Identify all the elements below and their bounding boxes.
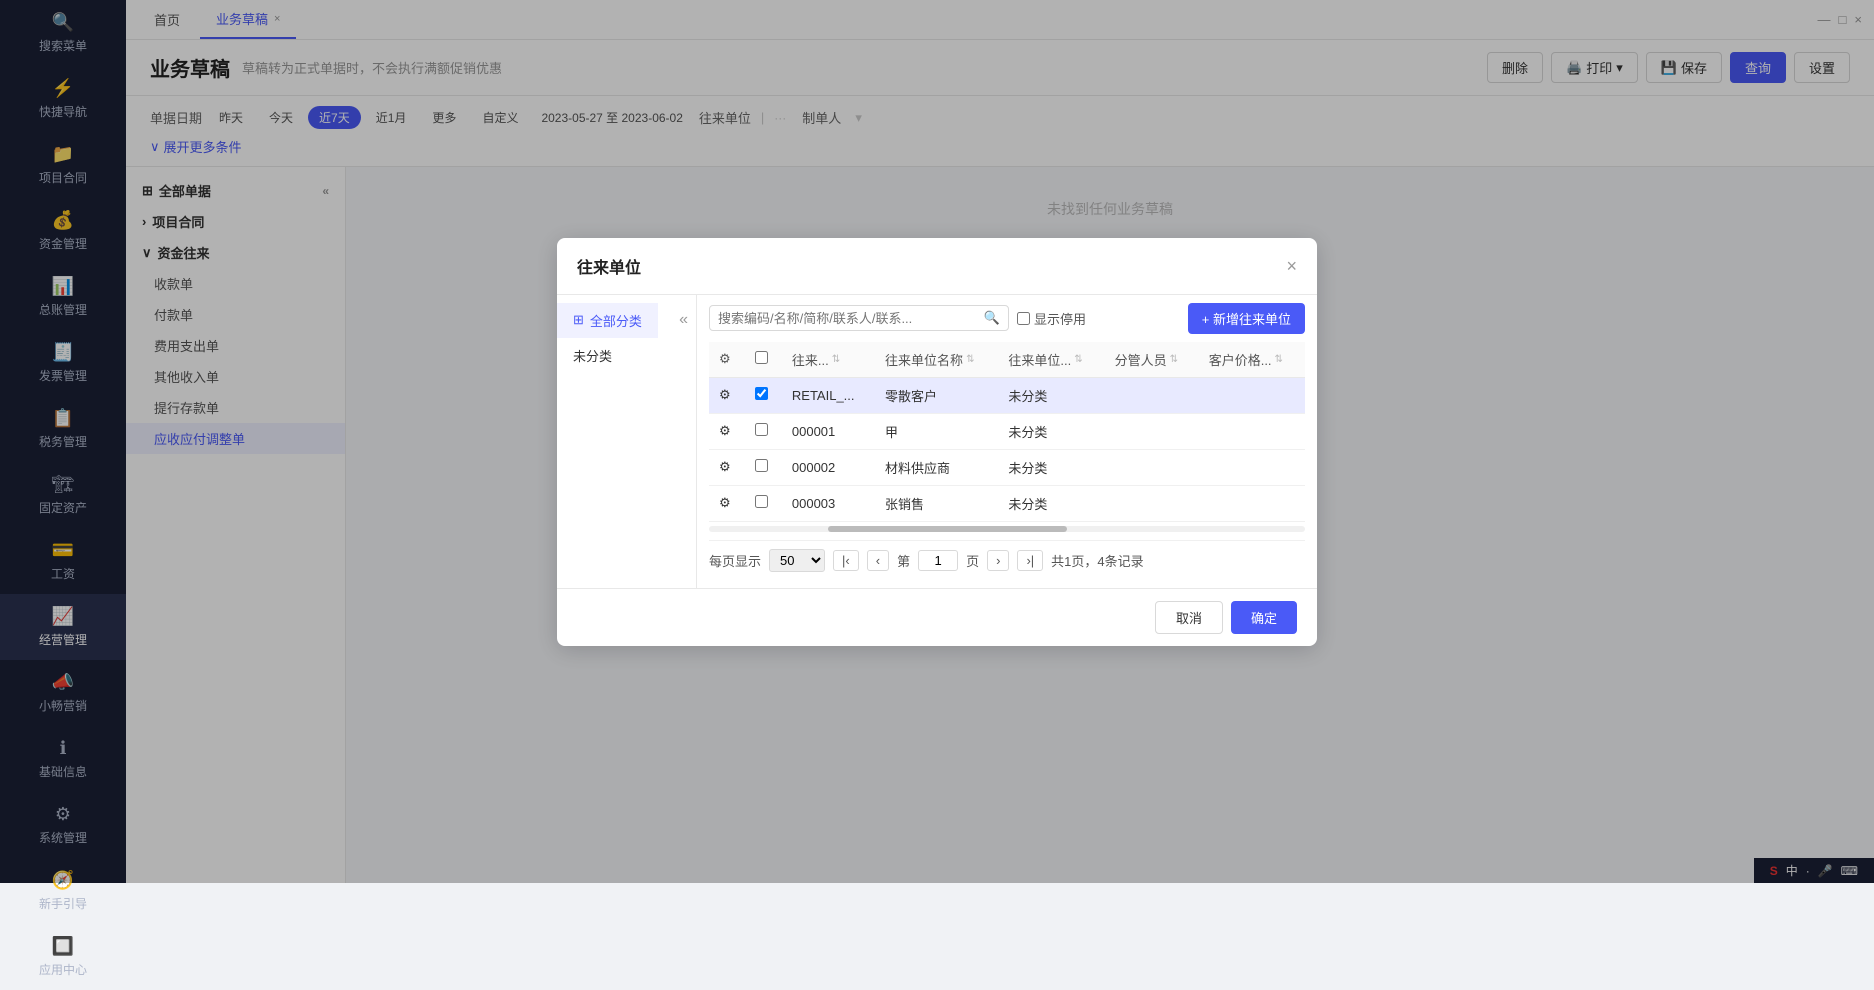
row4-settings-icon: ⚙ — [719, 495, 731, 510]
row1-settings: ⚙ — [709, 377, 745, 413]
table-row[interactable]: ⚙ 000003 张销售 未分类 — [709, 485, 1305, 521]
row4-category: 未分类 — [998, 485, 1104, 521]
search-box[interactable]: 🔍 — [709, 305, 1009, 331]
grid-category-icon: ⊞ — [573, 312, 584, 328]
dialog-left-panel: ⊞ 全部分类 « 未分类 — [557, 295, 697, 588]
prev-page-btn[interactable]: ‹ — [867, 550, 889, 571]
app-center-icon: 🔲 — [52, 936, 74, 957]
row3-settings: ⚙ — [709, 449, 745, 485]
dialog-footer: 取消 确定 — [557, 588, 1317, 646]
dialog-right-panel: 🔍 显示停用 + 新增往来单位 ⚙ — [697, 295, 1317, 588]
row3-settings-icon: ⚙ — [719, 459, 731, 474]
sort-code-icon: ⇅ — [832, 354, 840, 365]
dialog-header: 往来单位 × — [557, 238, 1317, 295]
row1-checkbox[interactable] — [745, 377, 782, 413]
row2-settings: ⚙ — [709, 413, 745, 449]
row1-settings-icon: ⚙ — [719, 387, 731, 402]
next-page-btn[interactable]: › — [987, 550, 1009, 571]
page-label: 第 — [897, 551, 910, 570]
row4-settings: ⚙ — [709, 485, 745, 521]
dialog-overlay[interactable]: 往来单位 × ⊞ 全部分类 « 未分类 — [0, 0, 1874, 883]
category-unclassified[interactable]: 未分类 — [557, 338, 696, 373]
col-price: 客户价格... ⇅ — [1199, 342, 1305, 378]
category-collapse-btn[interactable]: « — [671, 311, 696, 329]
per-page-select[interactable]: 50 100 — [769, 549, 825, 572]
dialog-body: ⊞ 全部分类 « 未分类 🔍 — [557, 295, 1317, 588]
category-all[interactable]: ⊞ 全部分类 — [557, 303, 658, 338]
row3-checkbox[interactable] — [745, 449, 782, 485]
first-page-btn[interactable]: |‹ — [833, 550, 859, 571]
row1-name: 零散客户 — [875, 377, 998, 413]
dialog-pagination: 每页显示 50 100 |‹ ‹ 第 页 › ›| 共1页，4条记录 — [709, 540, 1305, 580]
dialog-toolbar: 🔍 显示停用 + 新增往来单位 — [709, 303, 1305, 334]
col-settings: ⚙ — [709, 342, 745, 378]
row4-price — [1199, 485, 1305, 521]
row2-name: 甲 — [875, 413, 998, 449]
col-code: 往来... ⇅ — [782, 342, 875, 378]
col-checkbox — [745, 342, 782, 378]
add-partner-button[interactable]: + 新增往来单位 — [1188, 303, 1305, 334]
search-input[interactable] — [718, 311, 980, 326]
row1-category: 未分类 — [998, 377, 1104, 413]
last-page-btn[interactable]: ›| — [1017, 550, 1043, 571]
row2-price — [1199, 413, 1305, 449]
row1-price — [1199, 377, 1305, 413]
row1-manager — [1105, 377, 1199, 413]
row2-settings-icon: ⚙ — [719, 423, 731, 438]
row3-manager — [1105, 449, 1199, 485]
row4-checkbox[interactable] — [745, 485, 782, 521]
row3-name: 材料供应商 — [875, 449, 998, 485]
page-input[interactable] — [918, 550, 958, 571]
row2-code: 000001 — [782, 413, 875, 449]
per-page-label: 每页显示 — [709, 551, 761, 570]
table-header-row: ⚙ 往来... ⇅ 往来单位名 — [709, 342, 1305, 378]
dialog-scrollbar[interactable] — [709, 526, 1305, 532]
table-row[interactable]: ⚙ RETAIL_... 零散客户 未分类 — [709, 377, 1305, 413]
sidebar-item-app-center[interactable]: 🔲 应用中心 — [0, 924, 126, 990]
sort-name-icon: ⇅ — [966, 354, 974, 365]
scrollbar-thumb[interactable] — [828, 526, 1066, 532]
select-all-checkbox[interactable] — [755, 351, 768, 364]
table-body: ⚙ RETAIL_... 零散客户 未分类 ⚙ — [709, 377, 1305, 521]
cancel-button[interactable]: 取消 — [1155, 601, 1223, 634]
row3-category: 未分类 — [998, 449, 1104, 485]
confirm-button[interactable]: 确定 — [1231, 601, 1297, 634]
row2-manager — [1105, 413, 1199, 449]
row3-code: 000002 — [782, 449, 875, 485]
total-records: 共1页，4条记录 — [1051, 551, 1143, 570]
page-of-label: 页 — [966, 551, 979, 570]
dialog-title: 往来单位 — [577, 254, 641, 278]
settings-icon: ⚙ — [719, 351, 731, 366]
sort-price-icon: ⇅ — [1275, 354, 1283, 365]
partner-dialog: 往来单位 × ⊞ 全部分类 « 未分类 — [557, 238, 1317, 646]
sort-category-icon: ⇅ — [1074, 354, 1082, 365]
col-name: 往来单位名称 ⇅ — [875, 342, 998, 378]
dialog-close-icon[interactable]: × — [1286, 257, 1297, 275]
dialog-table-scroll: ⚙ 往来... ⇅ 往来单位名 — [709, 342, 1305, 522]
row1-code: RETAIL_... — [782, 377, 875, 413]
row3-price — [1199, 449, 1305, 485]
col-category: 往来单位... ⇅ — [998, 342, 1104, 378]
row4-manager — [1105, 485, 1199, 521]
row2-category: 未分类 — [998, 413, 1104, 449]
search-icon: 🔍 — [984, 310, 1000, 326]
row2-checkbox[interactable] — [745, 413, 782, 449]
sort-manager-icon: ⇅ — [1170, 354, 1178, 365]
table-row[interactable]: ⚙ 000001 甲 未分类 — [709, 413, 1305, 449]
col-manager: 分管人员 ⇅ — [1105, 342, 1199, 378]
dialog-table: ⚙ 往来... ⇅ 往来单位名 — [709, 342, 1305, 522]
row4-code: 000003 — [782, 485, 875, 521]
show-disabled-checkbox[interactable] — [1017, 312, 1030, 325]
row4-name: 张销售 — [875, 485, 998, 521]
table-row[interactable]: ⚙ 000002 材料供应商 未分类 — [709, 449, 1305, 485]
show-disabled-label[interactable]: 显示停用 — [1017, 309, 1086, 328]
